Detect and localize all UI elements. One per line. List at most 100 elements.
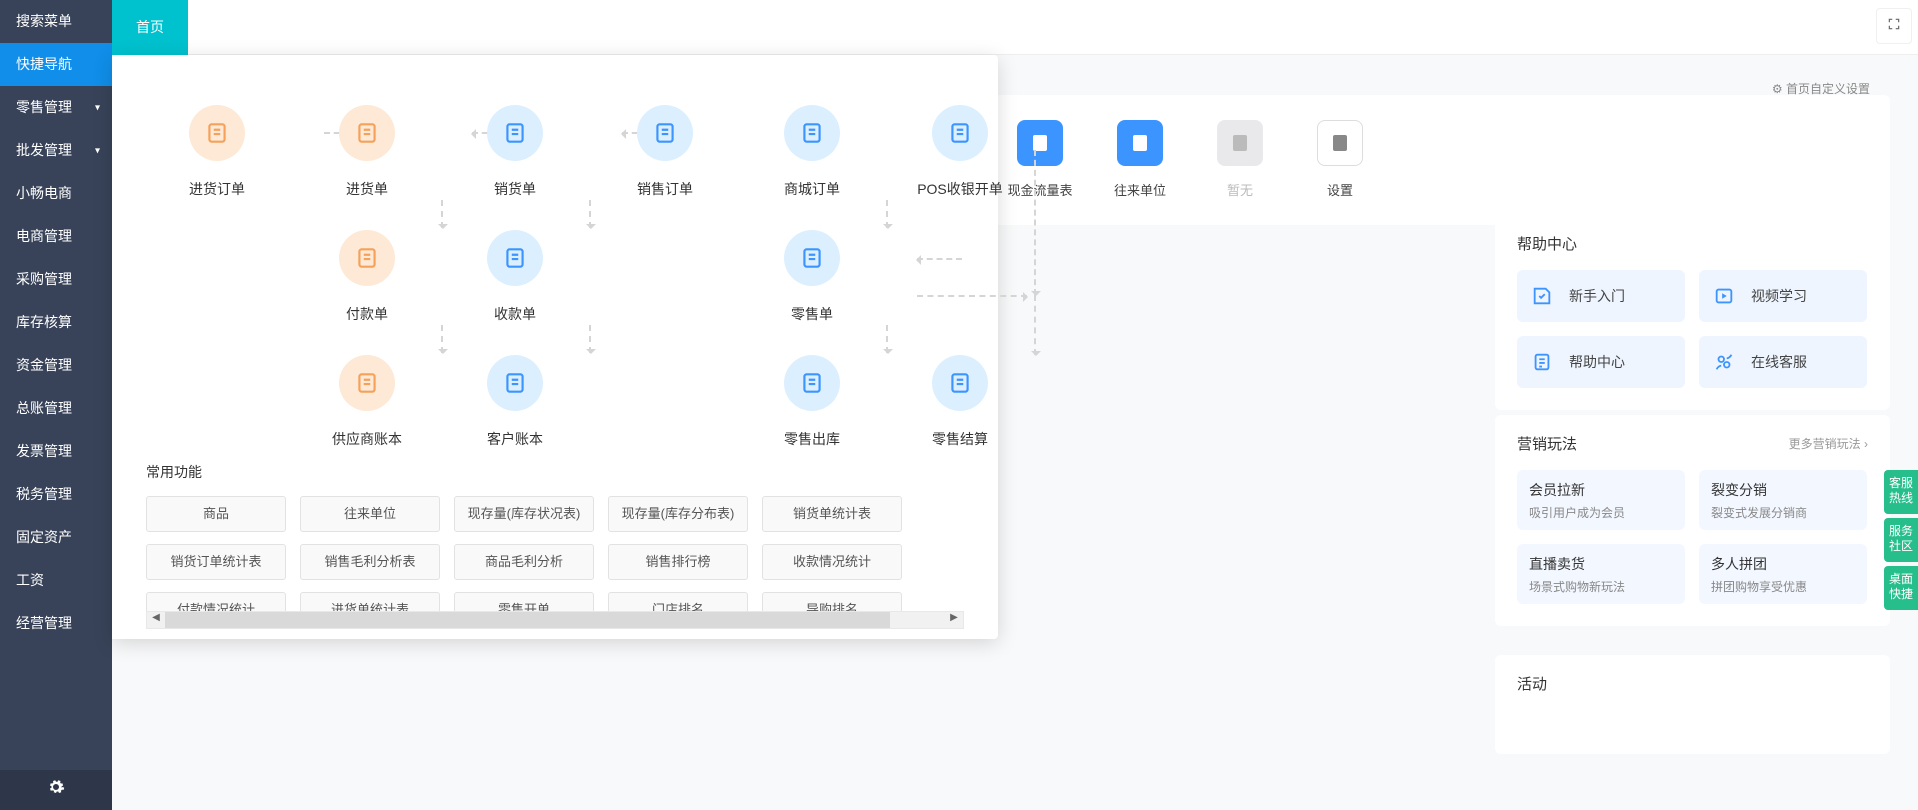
help-label: 在线客服 <box>1751 352 1807 372</box>
quick-icon-glyph <box>1117 120 1163 166</box>
common-fn-1[interactable]: 往来单位 <box>300 496 440 532</box>
sidebar-item-12[interactable]: 固定资产 <box>0 516 112 559</box>
marketing-card: 营销玩法 更多营销玩法 › 会员拉新吸引用户成为会员裂变分销裂变式发展分销商直播… <box>1495 415 1890 626</box>
market-item-title: 多人拼团 <box>1711 554 1855 574</box>
float-button-2[interactable]: 桌面快捷 <box>1884 566 1918 610</box>
common-fn-2[interactable]: 现存量(库存状况表) <box>454 496 594 532</box>
flow-node-n0[interactable]: 进货订单 <box>142 105 292 199</box>
sidebar-item-4[interactable]: 小畅电商 <box>0 172 112 215</box>
flow-node-n8[interactable]: 零售单 <box>737 230 887 324</box>
scroll-track[interactable] <box>165 612 945 628</box>
quick-icon-2[interactable]: 暂无 <box>1192 120 1288 199</box>
horizontal-scrollbar[interactable]: ◀ ▶ <box>146 611 964 629</box>
flow-node-n7[interactable]: 收款单 <box>440 230 590 324</box>
scroll-right-button[interactable]: ▶ <box>945 612 963 628</box>
flow-node-n11[interactable]: 零售出库 <box>737 355 887 449</box>
sidebar-settings[interactable] <box>0 770 112 810</box>
flow-node-n2[interactable]: 销货单 <box>440 105 590 199</box>
side-float-buttons: 客服热线服务社区桌面快捷 <box>1884 470 1918 614</box>
market-item-0[interactable]: 会员拉新吸引用户成为会员 <box>1517 470 1685 530</box>
flow-node-n1[interactable]: 进货单 <box>292 105 442 199</box>
sidebar: 搜索菜单快捷导航零售管理▾批发管理▾小畅电商电商管理采购管理库存核算资金管理总账… <box>0 0 112 810</box>
market-item-3[interactable]: 多人拼团拼团购物享受优惠 <box>1699 544 1867 604</box>
scroll-thumb[interactable] <box>165 612 890 628</box>
help-icon <box>1711 283 1737 309</box>
quick-icon-3[interactable]: 设置 <box>1292 120 1388 199</box>
chevron-down-icon: ▾ <box>95 86 100 129</box>
common-fn-5[interactable]: 销货订单统计表 <box>146 544 286 580</box>
market-item-sub: 裂变式发展分销商 <box>1711 504 1855 521</box>
flow-node-icon <box>339 105 395 161</box>
flow-node-n10[interactable]: 客户账本 <box>440 355 590 449</box>
flow-node-label: 零售出库 <box>737 429 887 449</box>
quick-icon-1[interactable]: 往来单位 <box>1092 120 1188 199</box>
sidebar-item-9[interactable]: 总账管理 <box>0 387 112 430</box>
sidebar-item-2[interactable]: 零售管理▾ <box>0 86 112 129</box>
float-button-0[interactable]: 客服热线 <box>1884 470 1918 514</box>
help-item-0[interactable]: 新手入门 <box>1517 270 1685 322</box>
sidebar-item-6[interactable]: 采购管理 <box>0 258 112 301</box>
help-label: 视频学习 <box>1751 286 1807 306</box>
flow-node-n3[interactable]: 销售订单 <box>590 105 740 199</box>
sidebar-item-14[interactable]: 经营管理 <box>0 602 112 645</box>
market-item-sub: 拼团购物享受优惠 <box>1711 578 1855 595</box>
flow-node-label: 供应商账本 <box>292 429 442 449</box>
flow-node-icon <box>932 355 988 411</box>
common-fn-8[interactable]: 销售排行榜 <box>608 544 748 580</box>
sidebar-item-11[interactable]: 税务管理 <box>0 473 112 516</box>
market-item-2[interactable]: 直播卖货场景式购物新玩法 <box>1517 544 1685 604</box>
content: ⚙ 首页自定义设置 现金流量表往来单位暂无设置 进货订单进货单销货单销售订单商城… <box>112 55 1918 810</box>
flow-node-n12[interactable]: 零售结算 <box>885 355 1035 449</box>
sidebar-item-8[interactable]: 资金管理 <box>0 344 112 387</box>
homepage-custom-settings[interactable]: ⚙ 首页自定义设置 <box>1772 80 1870 97</box>
sidebar-item-5[interactable]: 电商管理 <box>0 215 112 258</box>
common-fn-0[interactable]: 商品 <box>146 496 286 532</box>
common-fn-3[interactable]: 现存量(库存分布表) <box>608 496 748 532</box>
sidebar-item-13[interactable]: 工资 <box>0 559 112 602</box>
flow-node-n6[interactable]: 付款单 <box>292 230 442 324</box>
market-item-title: 会员拉新 <box>1529 480 1673 500</box>
common-fn-4[interactable]: 销货单统计表 <box>762 496 902 532</box>
flow-node-icon <box>189 105 245 161</box>
quick-icon-label: 暂无 <box>1192 180 1288 199</box>
common-fn-9[interactable]: 收款情况统计 <box>762 544 902 580</box>
sidebar-item-10[interactable]: 发票管理 <box>0 430 112 473</box>
market-item-title: 裂变分销 <box>1711 480 1855 500</box>
fullscreen-icon <box>1887 17 1901 31</box>
float-button-1[interactable]: 服务社区 <box>1884 518 1918 562</box>
market-item-1[interactable]: 裂变分销裂变式发展分销商 <box>1699 470 1867 530</box>
marketing-title: 营销玩法 <box>1517 433 1577 454</box>
common-fn-6[interactable]: 销售毛利分析表 <box>300 544 440 580</box>
help-item-1[interactable]: 视频学习 <box>1699 270 1867 322</box>
help-icon <box>1529 283 1555 309</box>
flow-node-label: 进货单 <box>292 179 442 199</box>
sidebar-item-0[interactable]: 搜索菜单 <box>0 0 112 43</box>
quick-nav-flyout: 进货订单进货单销货单销售订单商城订单POS收银开单付款单收款单零售单供应商账本客… <box>112 55 998 639</box>
flow-node-icon <box>487 230 543 286</box>
flow-node-label: 收款单 <box>440 304 590 324</box>
chevron-down-icon: ▾ <box>95 129 100 172</box>
fullscreen-button[interactable] <box>1876 8 1912 44</box>
flow-node-icon <box>637 105 693 161</box>
flow-node-n5[interactable]: POS收银开单 <box>885 105 1035 199</box>
flow-node-label: 商城订单 <box>737 179 887 199</box>
sidebar-item-1[interactable]: 快捷导航 <box>0 43 112 86</box>
flow-node-icon <box>932 105 988 161</box>
more-marketing-link[interactable]: 更多营销玩法 › <box>1789 435 1868 452</box>
help-item-2[interactable]: 帮助中心 <box>1517 336 1685 388</box>
flow-node-icon <box>487 105 543 161</box>
help-icon <box>1529 349 1555 375</box>
tab-0[interactable]: 首页 <box>112 0 188 55</box>
flow-node-label: 进货订单 <box>142 179 292 199</box>
sidebar-item-3[interactable]: 批发管理▾ <box>0 129 112 172</box>
common-fn-7[interactable]: 商品毛利分析 <box>454 544 594 580</box>
flow-node-n4[interactable]: 商城订单 <box>737 105 887 199</box>
help-icon <box>1711 349 1737 375</box>
quick-icon-glyph <box>1217 120 1263 166</box>
scroll-left-button[interactable]: ◀ <box>147 612 165 628</box>
sidebar-item-7[interactable]: 库存核算 <box>0 301 112 344</box>
flow-node-n9[interactable]: 供应商账本 <box>292 355 442 449</box>
market-item-sub: 吸引用户成为会员 <box>1529 504 1673 521</box>
workflow-diagram: 进货订单进货单销货单销售订单商城订单POS收银开单付款单收款单零售单供应商账本客… <box>112 80 998 460</box>
help-item-3[interactable]: 在线客服 <box>1699 336 1867 388</box>
